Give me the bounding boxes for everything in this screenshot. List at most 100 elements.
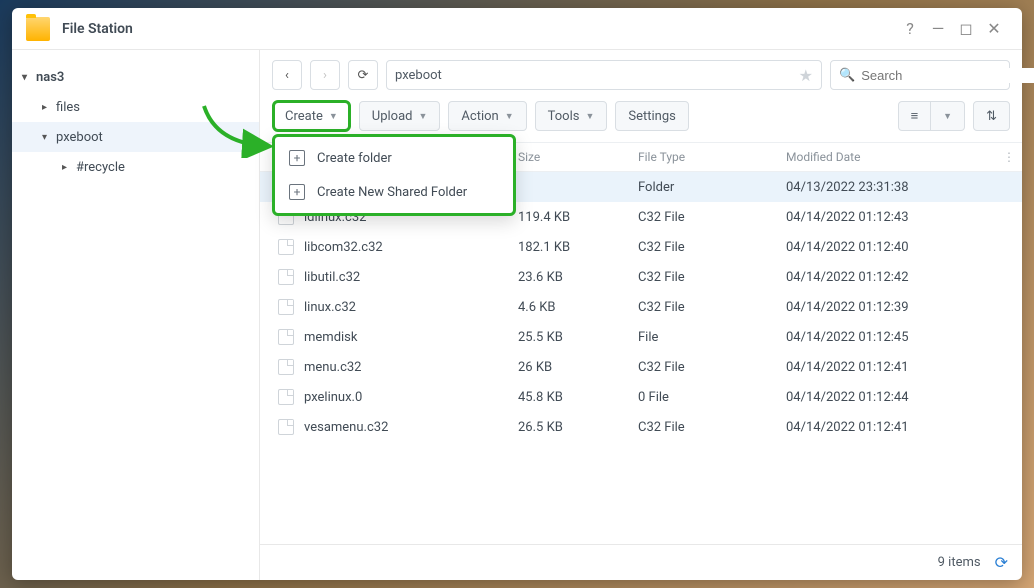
tree-item-label: #recycle — [76, 160, 125, 175]
chevron-left-icon: ‹ — [285, 68, 289, 83]
app-icon — [26, 17, 50, 41]
upload-button[interactable]: Upload ▼ — [359, 101, 441, 131]
sidebar: ▾ nas3 ▸files▾pxeboot▸#recycle — [12, 50, 260, 580]
file-type: Folder — [638, 180, 786, 195]
file-size: 119.4 KB — [518, 210, 638, 225]
action-button[interactable]: Action ▼ — [448, 101, 526, 131]
reload-button[interactable]: ⟳ — [348, 60, 378, 90]
close-button[interactable]: ✕ — [980, 15, 1008, 43]
caret-down-icon: ▼ — [329, 111, 338, 122]
caret-down-icon: ▼ — [943, 111, 952, 122]
file-type: C32 File — [638, 210, 786, 225]
new-folder-icon: + — [289, 184, 305, 200]
col-menu[interactable]: ⋮ — [996, 150, 1022, 164]
file-size: 26 KB — [518, 360, 638, 375]
favorite-star-icon[interactable]: ★ — [799, 66, 813, 85]
table-row[interactable]: pxelinux.045.8 KB0 File04/14/2022 01:12:… — [260, 382, 1022, 412]
create-shared-label: Create New Shared Folder — [317, 185, 467, 200]
file-name: libutil.c32 — [304, 270, 360, 285]
table-row[interactable]: vesamenu.c32 26.5 KBC32 File04/14/2022 01… — [260, 412, 1022, 442]
caret-down-icon: ▼ — [585, 111, 594, 122]
file-icon — [278, 239, 294, 255]
tree-root[interactable]: ▾ nas3 — [12, 62, 259, 92]
create-label: Create — [285, 109, 323, 124]
search-box[interactable]: 🔍 — [830, 60, 1010, 90]
file-modified: 04/14/2022 01:12:43 — [786, 210, 996, 225]
tools-label: Tools — [548, 109, 580, 124]
titlebar: File Station ? ― ◻ ✕ — [12, 8, 1022, 50]
nav-back-button[interactable]: ‹ — [272, 60, 302, 90]
file-name: vesamenu.c32 — [304, 420, 388, 435]
file-modified: 04/14/2022 01:12:39 — [786, 300, 996, 315]
file-size: 4.6 KB — [518, 300, 638, 315]
nav-forward-button[interactable]: › — [310, 60, 340, 90]
file-type: C32 File — [638, 270, 786, 285]
path-text: pxeboot — [395, 68, 799, 83]
create-shared-folder-item[interactable]: + Create New Shared Folder — [275, 175, 513, 209]
file-size: 26.5 KB — [518, 420, 638, 435]
search-icon: 🔍 — [839, 68, 855, 83]
app-window: File Station ? ― ◻ ✕ ▾ nas3 ▸files▾pxebo… — [12, 8, 1022, 580]
sort-icon: ⇅ — [986, 109, 997, 124]
file-type: C32 File — [638, 420, 786, 435]
app-title: File Station — [62, 21, 133, 37]
table-row[interactable]: libutil.c32 23.6 KBC32 File04/14/2022 01:… — [260, 262, 1022, 292]
tree-root-label: nas3 — [36, 70, 64, 85]
table-row[interactable]: linux.c324.6 KBC32 File04/14/2022 01:12:… — [260, 292, 1022, 322]
file-type: C32 File — [638, 240, 786, 255]
action-toolbar: Create ▼ Upload ▼ Action ▼ Tools ▼ Setti… — [260, 96, 1022, 142]
col-modified[interactable]: Modified Date — [786, 150, 996, 164]
tools-button[interactable]: Tools ▼ — [535, 101, 608, 131]
file-type: File — [638, 330, 786, 345]
caret-down-icon: ▼ — [505, 111, 514, 122]
file-modified: 04/14/2022 01:12:42 — [786, 270, 996, 285]
file-modified: 04/14/2022 01:12:41 — [786, 420, 996, 435]
file-icon — [278, 329, 294, 345]
path-input[interactable]: pxeboot ★ — [386, 60, 822, 90]
refresh-icon[interactable]: ⟳ — [995, 553, 1008, 572]
col-type[interactable]: File Type — [638, 150, 786, 164]
file-name: memdisk — [304, 330, 358, 345]
search-input[interactable] — [861, 68, 1034, 83]
caret-right-icon: ▸ — [42, 102, 56, 113]
file-type: C32 File — [638, 300, 786, 315]
new-folder-icon: + — [289, 150, 305, 166]
reload-icon: ⟳ — [358, 68, 369, 83]
file-size: 45.8 KB — [518, 390, 638, 405]
item-count: 9 items — [938, 555, 981, 570]
file-type: 0 File — [638, 390, 786, 405]
help-button[interactable]: ? — [896, 15, 924, 43]
caret-down-icon: ▾ — [42, 132, 56, 143]
settings-button[interactable]: Settings — [615, 101, 688, 131]
upload-label: Upload — [372, 109, 413, 124]
create-folder-item[interactable]: + Create folder — [275, 141, 513, 175]
file-modified: 04/14/2022 01:12:41 — [786, 360, 996, 375]
tree-item-label: pxeboot — [56, 130, 103, 145]
file-icon — [278, 299, 294, 315]
settings-label: Settings — [628, 109, 675, 124]
tree-item-pxeboot[interactable]: ▾pxeboot — [12, 122, 259, 152]
table-row[interactable]: menu.c32 26 KBC32 File04/14/2022 01:12:41 — [260, 352, 1022, 382]
sort-button[interactable]: ⇅ — [973, 101, 1010, 131]
create-dropdown: + Create folder + Create New Shared Fold… — [272, 134, 516, 216]
statusbar: 9 items ⟳ — [260, 544, 1022, 580]
action-label: Action — [461, 109, 498, 124]
create-button[interactable]: Create ▼ — [272, 100, 351, 132]
tree-item-recycle[interactable]: ▸#recycle — [12, 152, 259, 182]
caret-down-icon: ▾ — [22, 72, 36, 83]
tree-item-files[interactable]: ▸files — [12, 92, 259, 122]
file-type: C32 File — [638, 360, 786, 375]
create-folder-label: Create folder — [317, 151, 392, 166]
minimize-button[interactable]: ― — [924, 15, 952, 43]
table-row[interactable]: memdisk25.5 KBFile04/14/2022 01:12:45 — [260, 322, 1022, 352]
view-mode-dropdown[interactable]: ▼ — [931, 101, 965, 131]
file-size: 182.1 KB — [518, 240, 638, 255]
col-size[interactable]: Size — [518, 150, 638, 164]
view-list-button[interactable]: ≡ — [898, 101, 932, 131]
file-size: 23.6 KB — [518, 270, 638, 285]
file-modified: 04/13/2022 23:31:38 — [786, 180, 996, 195]
maximize-button[interactable]: ◻ — [952, 15, 980, 43]
file-name: menu.c32 — [304, 360, 361, 375]
file-modified: 04/14/2022 01:12:44 — [786, 390, 996, 405]
table-row[interactable]: libcom32.c32182.1 KBC32 File04/14/2022 0… — [260, 232, 1022, 262]
